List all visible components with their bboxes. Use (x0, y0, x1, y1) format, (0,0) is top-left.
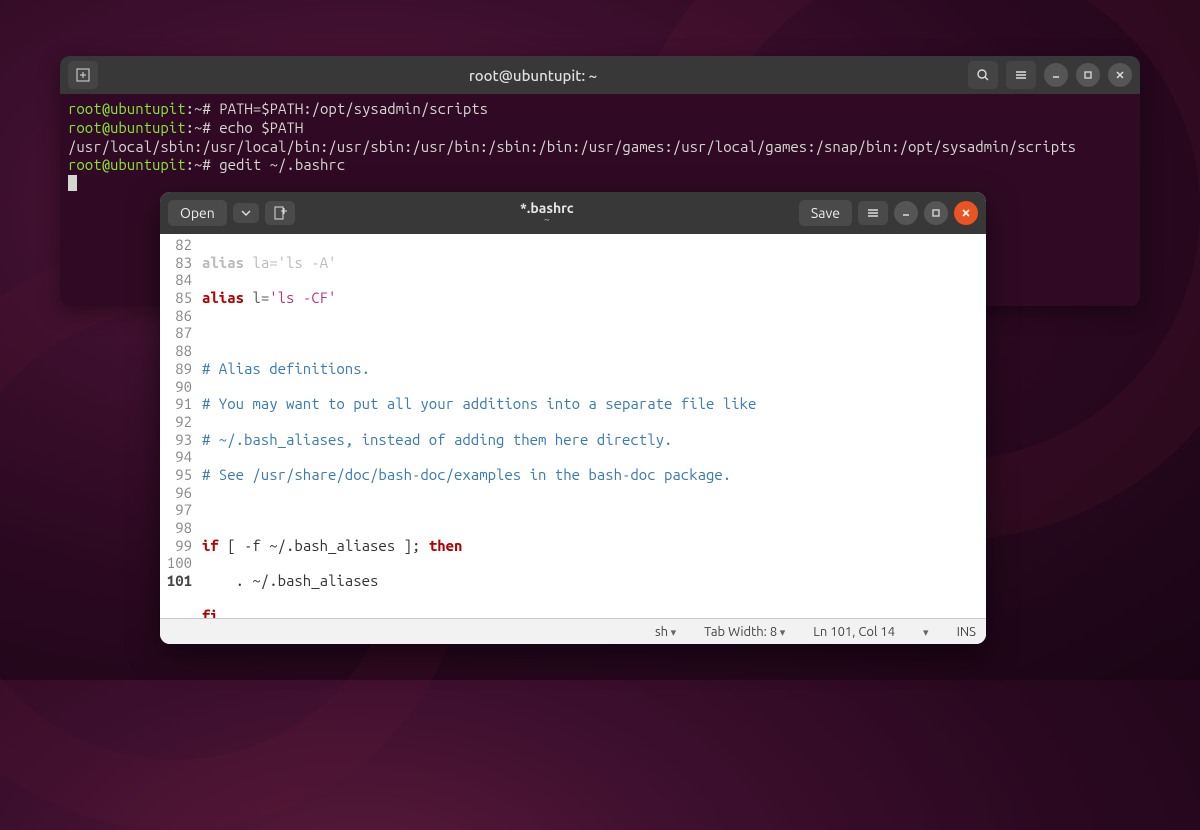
minimize-icon (1050, 69, 1062, 81)
maximize-icon (930, 207, 942, 219)
open-recent-button[interactable] (233, 203, 259, 223)
hamburger-icon (1014, 68, 1028, 82)
close-icon (1114, 69, 1126, 81)
hamburger-icon (866, 206, 880, 220)
save-button[interactable]: Save (799, 200, 852, 226)
chevron-down-icon (241, 208, 251, 218)
gedit-title: *.bashrc (301, 201, 793, 215)
hamburger-menu-button[interactable] (1006, 61, 1036, 89)
line-number-gutter: 82 83 84 85 86 87 88 89 90 91 92 93 94 9… (160, 234, 198, 618)
gedit-titlebar: Open *.bashrc ~ Save (160, 192, 986, 234)
maximize-button[interactable] (1076, 63, 1100, 87)
search-icon (976, 68, 990, 82)
close-button[interactable] (1108, 63, 1132, 87)
editor-area[interactable]: 82 83 84 85 86 87 88 89 90 91 92 93 94 9… (160, 234, 986, 618)
status-position: Ln 101, Col 14 (813, 625, 895, 639)
new-doc-icon (273, 206, 287, 220)
close-icon (960, 207, 972, 219)
status-insert-mode: INS (957, 625, 976, 639)
terminal-titlebar: root@ubuntupit: ~ (60, 56, 1140, 94)
gedit-minimize-button[interactable] (894, 201, 918, 225)
minimize-button[interactable] (1044, 63, 1068, 87)
terminal-title: root@ubuntupit: ~ (106, 67, 960, 84)
new-document-button[interactable] (265, 201, 295, 225)
new-tab-button[interactable] (68, 61, 98, 89)
code-content[interactable]: alias la='ls -A' alias l='ls -CF' # Alia… (198, 234, 986, 618)
minimize-icon (900, 207, 912, 219)
gedit-window: Open *.bashrc ~ Save 82 83 84 85 (160, 192, 986, 644)
gedit-maximize-button[interactable] (924, 201, 948, 225)
terminal-cursor (68, 175, 77, 191)
gedit-hamburger-button[interactable] (858, 201, 888, 225)
search-button[interactable] (968, 61, 998, 89)
gedit-subtitle: ~ (301, 215, 793, 225)
status-tabwidth[interactable]: Tab Width: 8 (704, 625, 785, 639)
terminal-output: /usr/local/sbin:/usr/local/bin:/usr/sbin… (68, 138, 1132, 157)
status-spacer-drop[interactable] (923, 625, 929, 639)
status-bar: sh Tab Width: 8 Ln 101, Col 14 INS (160, 618, 986, 644)
status-lang[interactable]: sh (655, 625, 676, 639)
maximize-icon (1082, 69, 1094, 81)
gedit-close-button[interactable] (954, 201, 978, 225)
open-button[interactable]: Open (168, 200, 227, 226)
prompt: root@ubuntupit (68, 100, 186, 117)
